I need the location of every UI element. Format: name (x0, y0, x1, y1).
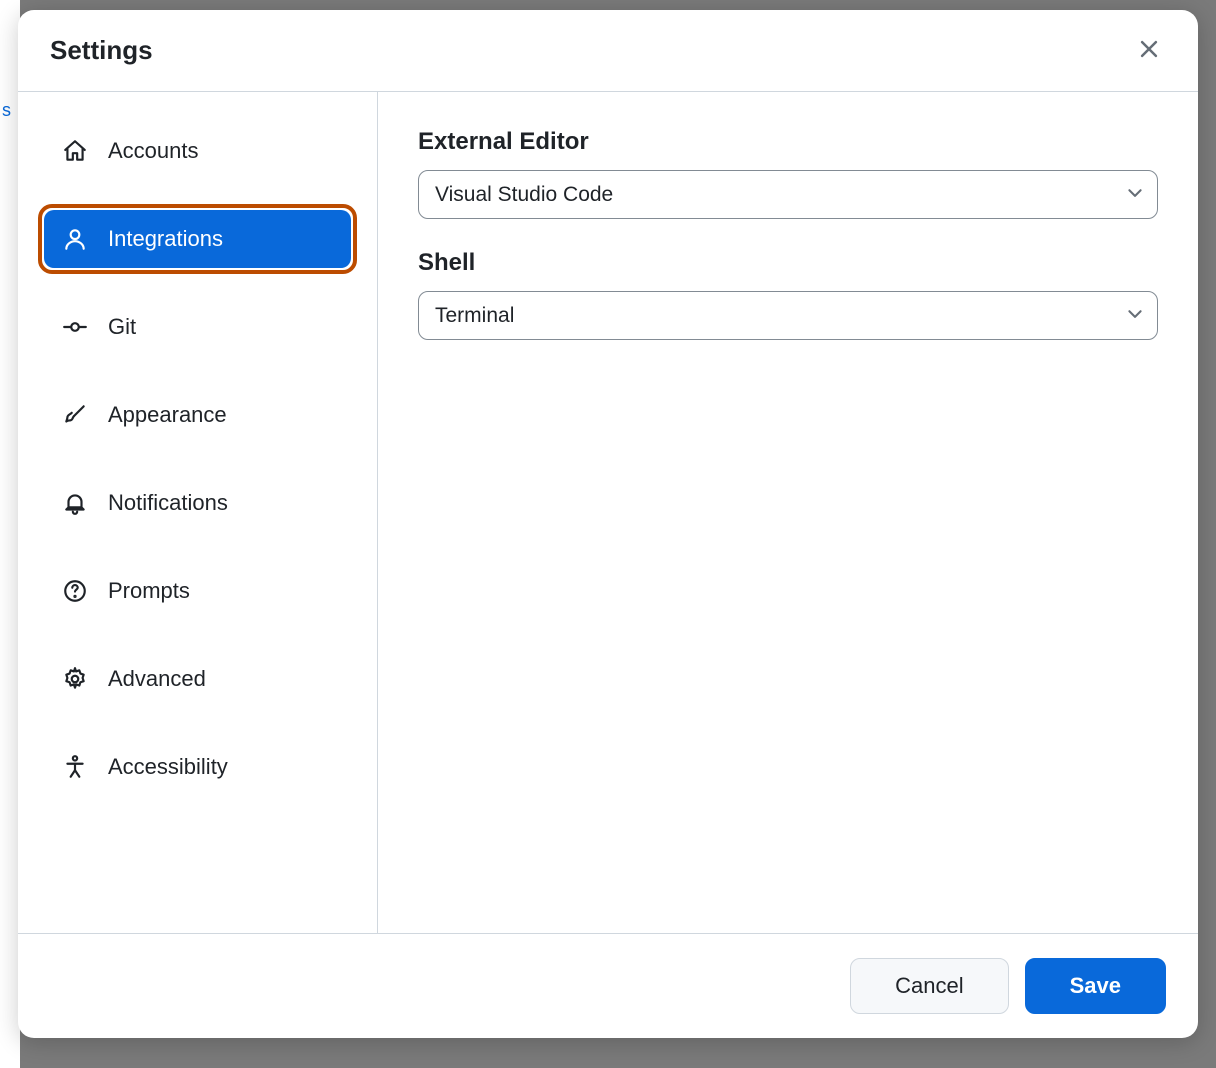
sidebar-item-accessibility[interactable]: Accessibility (44, 738, 351, 796)
background-obscured-text: s (0, 0, 20, 1068)
sidebar-item-wrapper: Accessibility (38, 732, 357, 802)
external-editor-select[interactable]: Visual Studio Code (418, 170, 1158, 219)
sidebar-item-git[interactable]: Git (44, 298, 351, 356)
shell-select-wrapper: Terminal (418, 291, 1158, 340)
external-editor-field: External Editor Visual Studio Code (418, 128, 1158, 219)
sidebar-item-accounts[interactable]: Accounts (44, 122, 351, 180)
question-icon (62, 578, 88, 604)
sidebar-item-appearance[interactable]: Appearance (44, 386, 351, 444)
gear-icon (62, 666, 88, 692)
sidebar-item-label: Accounts (108, 138, 199, 164)
sidebar-item-wrapper: Integrations (38, 204, 357, 274)
close-icon (1138, 38, 1160, 63)
person-icon (62, 226, 88, 252)
sidebar-item-integrations[interactable]: Integrations (44, 210, 351, 268)
settings-sidebar: Accounts Integrations Git Appearance Notific… (18, 92, 378, 933)
shell-label: Shell (418, 249, 1158, 277)
commit-icon (62, 314, 88, 340)
sidebar-item-wrapper: Git (38, 292, 357, 362)
sidebar-item-label: Accessibility (108, 754, 228, 780)
shell-field: Shell Terminal (418, 249, 1158, 340)
shell-select[interactable]: Terminal (418, 291, 1158, 340)
modal-body: Accounts Integrations Git Appearance Notific… (18, 92, 1198, 933)
sidebar-item-wrapper: Accounts (38, 116, 357, 186)
sidebar-item-label: Integrations (108, 226, 223, 252)
settings-main-panel: External Editor Visual Studio Code Shell… (378, 92, 1198, 933)
modal-footer: Cancel Save (18, 933, 1198, 1038)
settings-modal: Settings Accounts Integrations Git Appearan… (18, 10, 1198, 1038)
sidebar-item-label: Git (108, 314, 136, 340)
bell-icon (62, 490, 88, 516)
close-button[interactable] (1132, 32, 1166, 69)
sidebar-item-wrapper: Advanced (38, 644, 357, 714)
sidebar-item-wrapper: Appearance (38, 380, 357, 450)
sidebar-item-label: Appearance (108, 402, 227, 428)
modal-header: Settings (18, 10, 1198, 92)
sidebar-item-label: Prompts (108, 578, 190, 604)
cancel-button[interactable]: Cancel (850, 958, 1008, 1014)
save-button[interactable]: Save (1025, 958, 1166, 1014)
home-icon (62, 138, 88, 164)
sidebar-item-label: Notifications (108, 490, 228, 516)
sidebar-item-wrapper: Notifications (38, 468, 357, 538)
brush-icon (62, 402, 88, 428)
sidebar-item-advanced[interactable]: Advanced (44, 650, 351, 708)
external-editor-select-wrapper: Visual Studio Code (418, 170, 1158, 219)
sidebar-item-wrapper: Prompts (38, 556, 357, 626)
external-editor-label: External Editor (418, 128, 1158, 156)
accessibility-icon (62, 754, 88, 780)
sidebar-item-prompts[interactable]: Prompts (44, 562, 351, 620)
sidebar-item-notifications[interactable]: Notifications (44, 474, 351, 532)
sidebar-item-label: Advanced (108, 666, 206, 692)
modal-title: Settings (50, 35, 153, 66)
